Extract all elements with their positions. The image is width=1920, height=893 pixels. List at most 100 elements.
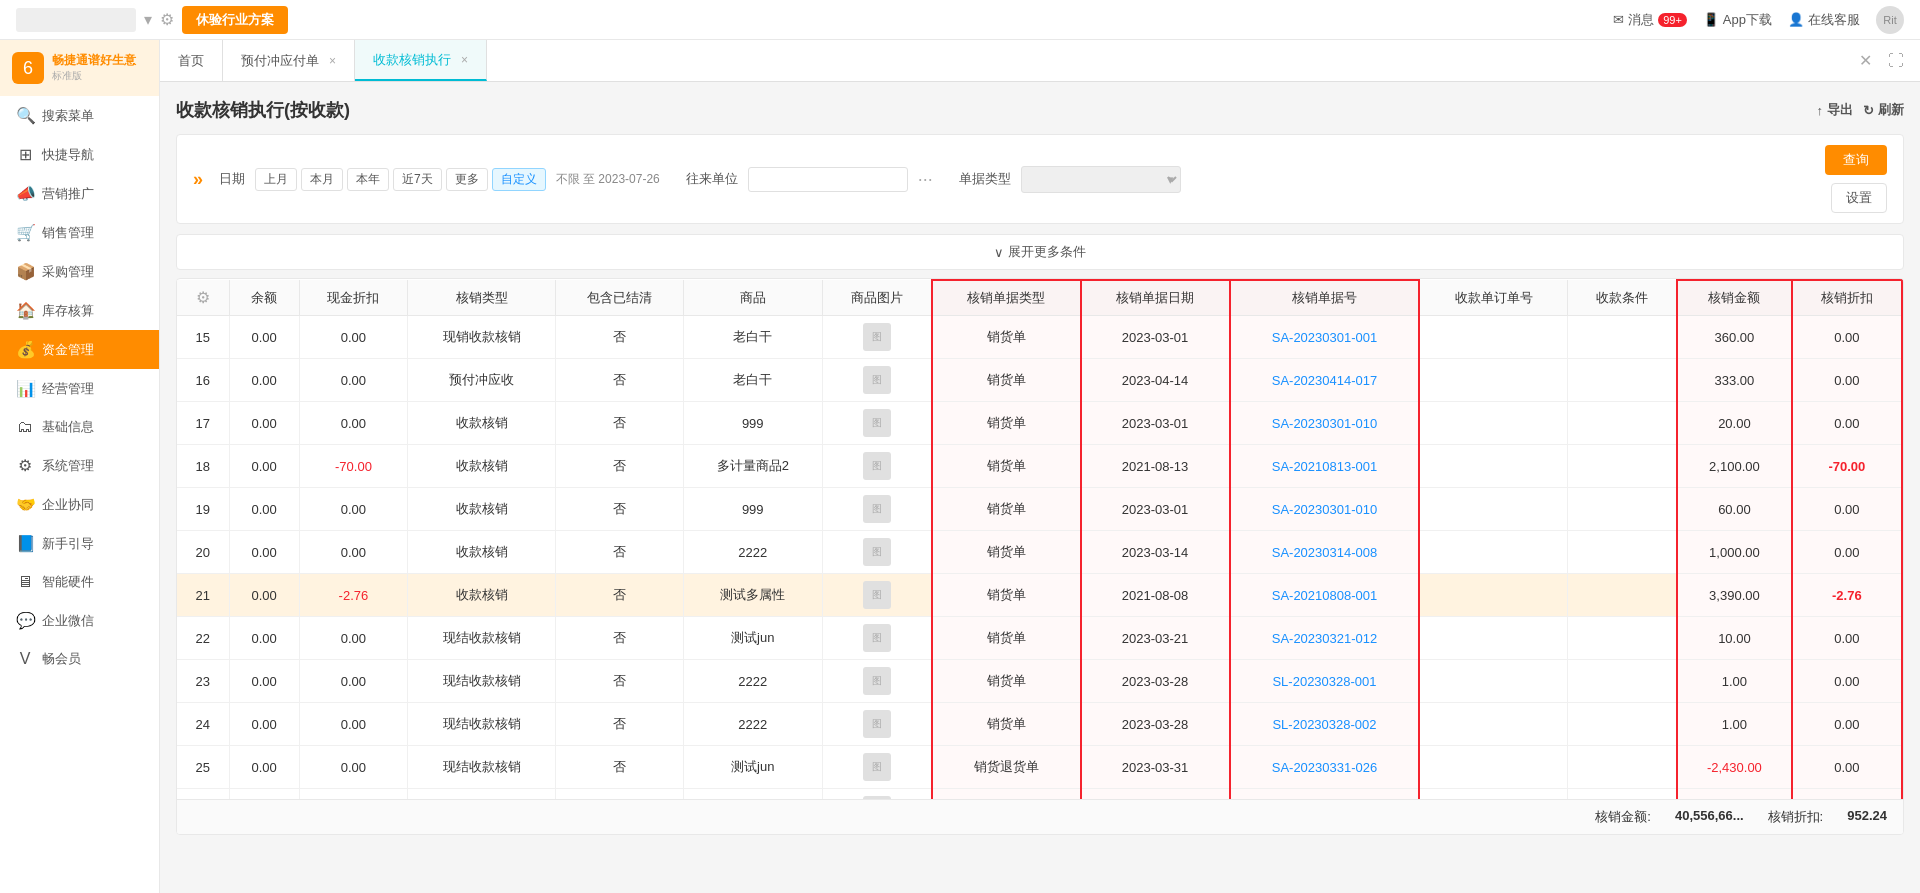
sidebar-item-finance[interactable]: 💰 资金管理 <box>0 330 159 369</box>
td-cash-discount: 0.00 <box>299 488 408 531</box>
td-cash-discount: 0.00 <box>299 660 408 703</box>
td-verify-bill-no[interactable]: SA-20210808-001 <box>1230 574 1420 617</box>
hardware-icon: 🖥 <box>16 573 34 591</box>
td-verify-bill-no[interactable]: SL-20230328-002 <box>1230 703 1420 746</box>
tab-expand-btn[interactable]: ⛶ <box>1884 48 1908 74</box>
dropdown-icon[interactable]: ▾ <box>144 10 152 29</box>
th-settings[interactable]: ⚙ <box>177 280 229 316</box>
td-verify-bill-no[interactable]: SA-20210813-001 <box>1230 445 1420 488</box>
system-icon: ⚙ <box>16 456 34 475</box>
expand-more-btn[interactable]: ∨ 展开更多条件 <box>994 243 1086 261</box>
td-verify-type: 现结收款核销 <box>408 703 555 746</box>
unit-input[interactable] <box>748 167 908 192</box>
td-verify-bill-no[interactable]: SA-20230321-012 <box>1230 617 1420 660</box>
filter-dots: ··· <box>918 169 933 190</box>
setting-btn[interactable]: 设置 <box>1831 183 1887 213</box>
td-verify-amount: -2,430.00 <box>1677 746 1792 789</box>
avatar[interactable]: Rit <box>1876 6 1904 34</box>
td-cash-discount: 0.00 <box>299 531 408 574</box>
settings-icon[interactable]: ⚙ <box>160 10 174 29</box>
td-verify-bill-no[interactable]: SL-20230328-001 <box>1230 660 1420 703</box>
table-scroll[interactable]: ⚙ 余额 现金折扣 核销类型 包含已结清 商品 商品图片 核销单据类型 核销单据… <box>177 279 1903 799</box>
sidebar-item-system[interactable]: ⚙ 系统管理 <box>0 446 159 485</box>
footer-verify-discount-label: 核销折扣: <box>1768 808 1824 826</box>
inventory-icon: 🏠 <box>16 301 34 320</box>
td-verify-amount: 360.00 <box>1677 316 1792 359</box>
date-btn-this-year[interactable]: 本年 <box>347 168 389 191</box>
tab-receipt-label: 收款核销执行 <box>373 51 451 69</box>
date-btn-custom[interactable]: 自定义 <box>492 168 546 191</box>
td-verify-bill-no[interactable]: SA-20230414-017 <box>1230 359 1420 402</box>
td-verify-type: 收款核销 <box>408 445 555 488</box>
td-verify-bill-type: 销货单 <box>932 789 1081 800</box>
td-receipt-condition <box>1568 660 1677 703</box>
td-verify-bill-date: 2023-03-01 <box>1081 402 1230 445</box>
sidebar-item-search[interactable]: 🔍 搜索菜单 <box>0 96 159 135</box>
sidebar-label-sales: 销售管理 <box>42 224 94 242</box>
td-receipt-condition <box>1568 316 1677 359</box>
app-download-btn[interactable]: 📱 App下载 <box>1703 11 1772 29</box>
td-verify-bill-no[interactable]: SA-20230301-010 <box>1230 488 1420 531</box>
td-receipt-condition <box>1568 445 1677 488</box>
date-btn-this-month[interactable]: 本月 <box>301 168 343 191</box>
sidebar-item-quick[interactable]: ⊞ 快捷导航 <box>0 135 159 174</box>
sidebar-item-business[interactable]: 📊 经营管理 <box>0 369 159 408</box>
tab-receipt[interactable]: 收款核销执行 × <box>355 40 487 81</box>
sidebar-item-marketing[interactable]: 📣 营销推广 <box>0 174 159 213</box>
td-verify-bill-no[interactable]: ABC-001 <box>1230 789 1420 800</box>
td-no: 21 <box>177 574 229 617</box>
td-verify-discount: 0.00 <box>1792 789 1902 800</box>
messages-btn[interactable]: ✉ 消息 99+ <box>1613 11 1687 29</box>
sidebar-item-guide[interactable]: 📘 新手引导 <box>0 524 159 563</box>
td-verify-bill-date: 2023-03-28 <box>1081 703 1230 746</box>
td-verify-bill-no[interactable]: SA-20230314-008 <box>1230 531 1420 574</box>
expand-more-label: 展开更多条件 <box>1008 243 1086 261</box>
date-btn-more[interactable]: 更多 <box>446 168 488 191</box>
td-verify-bill-no[interactable]: SA-20230301-001 <box>1230 316 1420 359</box>
query-btn[interactable]: 查询 <box>1825 145 1887 175</box>
sidebar-item-corp[interactable]: 🤝 企业协同 <box>0 485 159 524</box>
voucher-type-select[interactable] <box>1021 166 1181 193</box>
sidebar-label-guide: 新手引导 <box>42 535 94 553</box>
refresh-btn[interactable]: ↻ 刷新 <box>1863 101 1904 119</box>
tab-close-window-btn[interactable]: ✕ <box>1855 47 1876 74</box>
settings-icon[interactable]: ⚙ <box>196 289 210 306</box>
sidebar-item-sales[interactable]: 🛒 销售管理 <box>0 213 159 252</box>
td-no: 18 <box>177 445 229 488</box>
tab-prepay-close[interactable]: × <box>329 54 336 68</box>
td-verify-bill-no[interactable]: SA-20230301-010 <box>1230 402 1420 445</box>
footer-verify-amount-total: 40,556,66... <box>1675 808 1744 826</box>
td-verify-bill-date: 2023-03-01 <box>1081 488 1230 531</box>
tab-home[interactable]: 首页 <box>160 40 223 81</box>
page-title: 收款核销执行(按收款) <box>176 98 350 122</box>
td-verify-bill-no[interactable]: SA-20230331-026 <box>1230 746 1420 789</box>
table-row: 16 0.00 0.00 预付冲应收 否 老白干 图 销货单 2023-04-1… <box>177 359 1902 402</box>
app-icon: 📱 <box>1703 12 1719 27</box>
industry-btn[interactable]: 休验行业方案 <box>182 6 288 34</box>
td-cash-discount: 0.00 <box>299 746 408 789</box>
table-row: 20 0.00 0.00 收款核销 否 2222 图 销货单 2023-03-1… <box>177 531 1902 574</box>
filter-expand-icon[interactable]: » <box>193 169 203 190</box>
td-product: 2222 <box>683 531 822 574</box>
td-balance: 0.00 <box>229 445 299 488</box>
td-include-settled: 否 <box>555 703 683 746</box>
sidebar-item-basic[interactable]: 🗂 基础信息 <box>0 408 159 446</box>
tab-prepay[interactable]: 预付冲应付单 × <box>223 40 355 81</box>
sidebar-label-search: 搜索菜单 <box>42 107 94 125</box>
sidebar-item-inventory[interactable]: 🏠 库存核算 <box>0 291 159 330</box>
th-verify-discount: 核销折扣 <box>1792 280 1902 316</box>
td-receipt-condition <box>1568 488 1677 531</box>
sidebar-label-finance: 资金管理 <box>42 341 94 359</box>
date-btn-7days[interactable]: 近7天 <box>393 168 442 191</box>
date-btn-last-month[interactable]: 上月 <box>255 168 297 191</box>
sidebar-item-hardware[interactable]: 🖥 智能硬件 <box>0 563 159 601</box>
export-btn[interactable]: ↑ 导出 <box>1817 101 1854 119</box>
td-balance: 0.00 <box>229 316 299 359</box>
sidebar-item-purchase[interactable]: 📦 采购管理 <box>0 252 159 291</box>
sidebar-item-wechat[interactable]: 💬 企业微信 <box>0 601 159 640</box>
tab-receipt-close[interactable]: × <box>461 53 468 67</box>
online-service-btn[interactable]: 👤 在线客服 <box>1788 11 1860 29</box>
td-receipt-order-no <box>1419 789 1567 800</box>
sidebar-item-member[interactable]: V 畅会员 <box>0 640 159 678</box>
td-verify-bill-date: 2023-03-21 <box>1081 617 1230 660</box>
